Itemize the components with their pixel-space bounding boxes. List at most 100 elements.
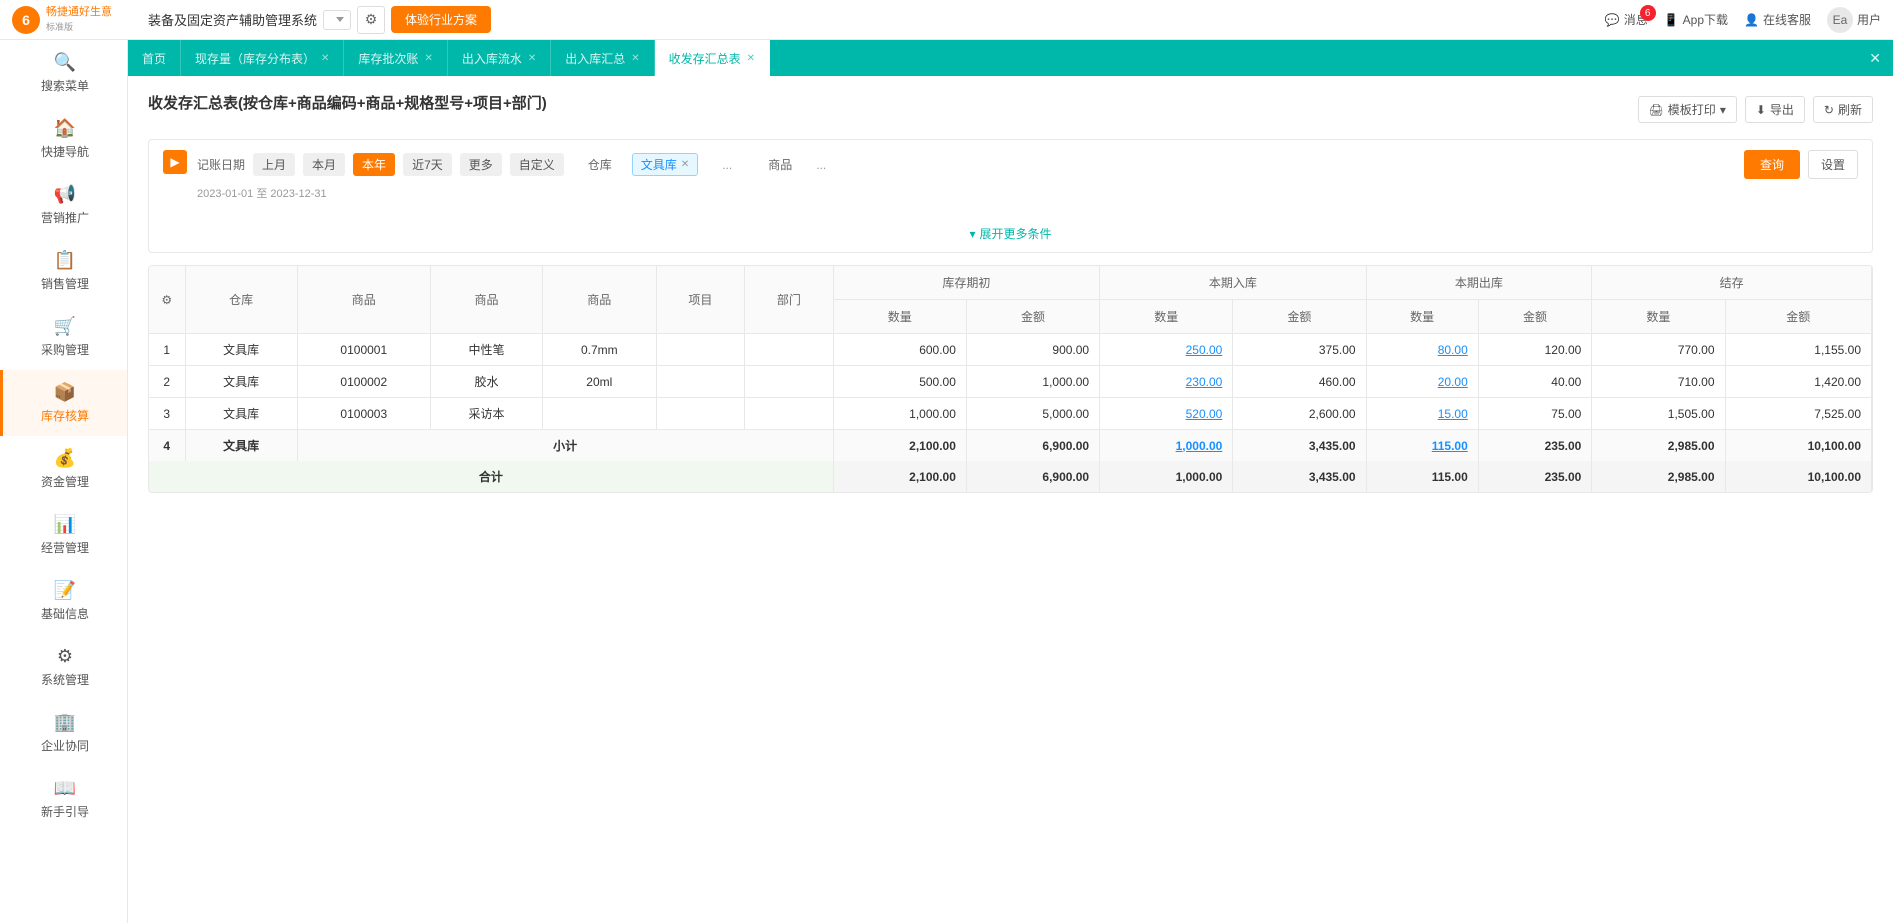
col-department-header: 部门 (745, 266, 834, 334)
logo-text: 畅捷通好生意 (46, 6, 112, 19)
sidebar-item-marketing[interactable]: 📢 营销推广 (0, 172, 127, 238)
row-department (745, 366, 834, 398)
subtotal-row: 4 文具库 小计 2,100.00 6,900.00 1,000.00 3,43… (149, 430, 1872, 462)
date-btn-7days[interactable]: 近7天 (403, 153, 452, 176)
online-service-item[interactable]: 👤 在线客服 (1744, 11, 1811, 28)
subtotal-in-qty-link[interactable]: 1,000.00 (1176, 439, 1223, 453)
date-btn-this-month[interactable]: 本月 (303, 153, 345, 176)
row-product-name: 采访本 (430, 398, 542, 430)
date-btn-this-year[interactable]: 本年 (353, 153, 395, 176)
expand-row: ▾ 展开更多条件 (163, 219, 1858, 242)
in-qty-link[interactable]: 520.00 (1186, 407, 1223, 421)
refresh-button[interactable]: ↻ 刷新 (1813, 96, 1873, 123)
subtotal-in-qty: 1,000.00 (1100, 430, 1233, 462)
sidebar-label-finance: 资金管理 (41, 473, 89, 490)
out-qty-link[interactable]: 15.00 (1438, 407, 1468, 421)
filter-toggle-btn[interactable]: ▶ (163, 150, 187, 174)
gear-button[interactable]: ⚙ (357, 6, 385, 34)
filter-inner: ▶ 记账日期 上月 本月 本年 近7天 更多 自定义 (163, 150, 1858, 201)
sidebar-item-operations[interactable]: 📊 经营管理 (0, 502, 127, 568)
out-qty-link[interactable]: 80.00 (1438, 343, 1468, 357)
sidebar-item-finance[interactable]: 💰 资金管理 (0, 436, 127, 502)
basic-info-icon: 📝 (54, 580, 76, 601)
row-department (745, 334, 834, 366)
tab-recv-send-summary-label: 收发存汇总表 (669, 50, 741, 67)
sidebar-label-search: 搜索菜单 (41, 77, 89, 94)
row-opening-amount: 5,000.00 (966, 398, 1099, 430)
print-icon: 🖨 (1649, 103, 1664, 117)
subtotal-out-qty-link[interactable]: 115.00 (1432, 439, 1468, 453)
date-btn-custom[interactable]: 自定义 (510, 153, 564, 176)
product-more[interactable]: ... (816, 158, 826, 172)
table-settings-icon: ⚙ (161, 293, 172, 307)
expand-icon: ▾ (969, 227, 975, 241)
tab-recv-send-summary-close[interactable]: ✕ (747, 53, 755, 64)
expand-conditions-btn[interactable]: ▾ 展开更多条件 (969, 225, 1051, 242)
row-product-spec: 20ml (543, 366, 656, 398)
tab-batch-ledger[interactable]: 库存批次账 ✕ (344, 40, 447, 76)
tab-inout-flow[interactable]: 出入库流水 ✕ (448, 40, 551, 76)
user-label: 用户 (1857, 11, 1881, 28)
sidebar-item-enterprise[interactable]: 🏢 企业协同 (0, 700, 127, 766)
tab-recv-send-summary[interactable]: 收发存汇总表 ✕ (655, 40, 770, 76)
row-out-amount: 120.00 (1478, 334, 1592, 366)
sidebar-item-sales[interactable]: 📋 销售管理 (0, 238, 127, 304)
tab-bar-close-btn[interactable]: ✕ (1857, 50, 1893, 67)
row-product-code: 0100001 (297, 334, 430, 366)
col-settings-header[interactable]: ⚙ (149, 266, 185, 334)
out-qty-link[interactable]: 20.00 (1438, 375, 1468, 389)
row-seq: 3 (149, 398, 185, 430)
message-item[interactable]: 💬 消息 6 (1605, 11, 1648, 28)
sidebar-item-purchase[interactable]: 🛒 采购管理 (0, 304, 127, 370)
query-button[interactable]: 查询 (1744, 150, 1800, 179)
sidebar-item-search[interactable]: 🔍 搜索菜单 (0, 40, 127, 106)
total-closing-amount: 10,100.00 (1725, 461, 1871, 492)
row-product-name: 胶水 (430, 366, 542, 398)
tab-stock-dist[interactable]: 现存量（库存分布表） ✕ (181, 40, 344, 76)
total-opening-qty: 2,100.00 (833, 461, 966, 492)
col-warehouse-header: 仓库 (185, 266, 297, 334)
app-download-item[interactable]: 📱 App下载 (1664, 11, 1728, 28)
system-select[interactable] (323, 10, 351, 30)
tab-batch-ledger-close[interactable]: ✕ (424, 53, 432, 64)
row-project (656, 334, 745, 366)
subtotal-opening-amount: 6,900.00 (966, 430, 1099, 462)
print-button[interactable]: 🖨 模板打印 ▾ (1638, 96, 1737, 123)
right-actions: 🖨 模板打印 ▾ ⬇ 导出 ↻ 刷新 (1638, 96, 1873, 123)
sidebar-item-system[interactable]: ⚙ 系统管理 (0, 634, 127, 700)
home-icon: 🏠 (54, 118, 76, 139)
col-project-header: 项目 (656, 266, 745, 334)
layout: 🔍 搜索菜单 🏠 快捷导航 📢 营销推广 📋 销售管理 🛒 采购管理 📦 库存核… (0, 40, 1893, 923)
system-title: 装备及固定资产辅助管理系统 ⚙ 体验行业方案 (148, 6, 1597, 34)
tab-home[interactable]: 首页 (128, 40, 181, 76)
tab-batch-ledger-label: 库存批次账 (358, 50, 418, 67)
row-closing-amount: 7,525.00 (1725, 398, 1871, 430)
sidebar-item-guide[interactable]: 📖 新手引导 (0, 766, 127, 832)
tab-inout-summary-close[interactable]: ✕ (631, 53, 639, 64)
row-out-amount: 75.00 (1478, 398, 1592, 430)
sidebar-item-quick-nav[interactable]: 🏠 快捷导航 (0, 106, 127, 172)
row-closing-qty: 770.00 (1592, 334, 1725, 366)
sidebar-item-inventory[interactable]: 📦 库存核算 (0, 370, 127, 436)
in-qty-link[interactable]: 250.00 (1186, 343, 1223, 357)
export-button[interactable]: ⬇ 导出 (1745, 96, 1805, 123)
data-table: ⚙ 仓库 商品 商品 商品 项目 部门 库存期初 本期入库 本期出库 (149, 266, 1872, 492)
experience-button[interactable]: 体验行业方案 (391, 6, 491, 33)
user-item[interactable]: Ea 用户 (1827, 7, 1881, 33)
row-in-amount: 2,600.00 (1233, 398, 1366, 430)
total-in-qty: 1,000.00 (1100, 461, 1233, 492)
settings-button[interactable]: 设置 (1808, 150, 1858, 179)
tab-inout-summary[interactable]: 出入库汇总 ✕ (551, 40, 654, 76)
date-range-display: 2023-01-01 至 2023-12-31 (197, 185, 327, 201)
inventory-icon: 📦 (54, 382, 76, 403)
tab-stock-dist-close[interactable]: ✕ (321, 53, 329, 64)
date-btn-more[interactable]: 更多 (460, 153, 502, 176)
sidebar-item-basic-info[interactable]: 📝 基础信息 (0, 568, 127, 634)
tab-inout-flow-close[interactable]: ✕ (528, 53, 536, 64)
row-seq: 2 (149, 366, 185, 398)
in-qty-link[interactable]: 230.00 (1186, 375, 1223, 389)
col-out-qty-header: 数量 (1366, 300, 1478, 334)
warehouse-tag-close[interactable]: ✕ (681, 159, 689, 170)
date-btn-prev-month[interactable]: 上月 (253, 153, 295, 176)
warehouse-more[interactable]: ... (722, 158, 732, 172)
